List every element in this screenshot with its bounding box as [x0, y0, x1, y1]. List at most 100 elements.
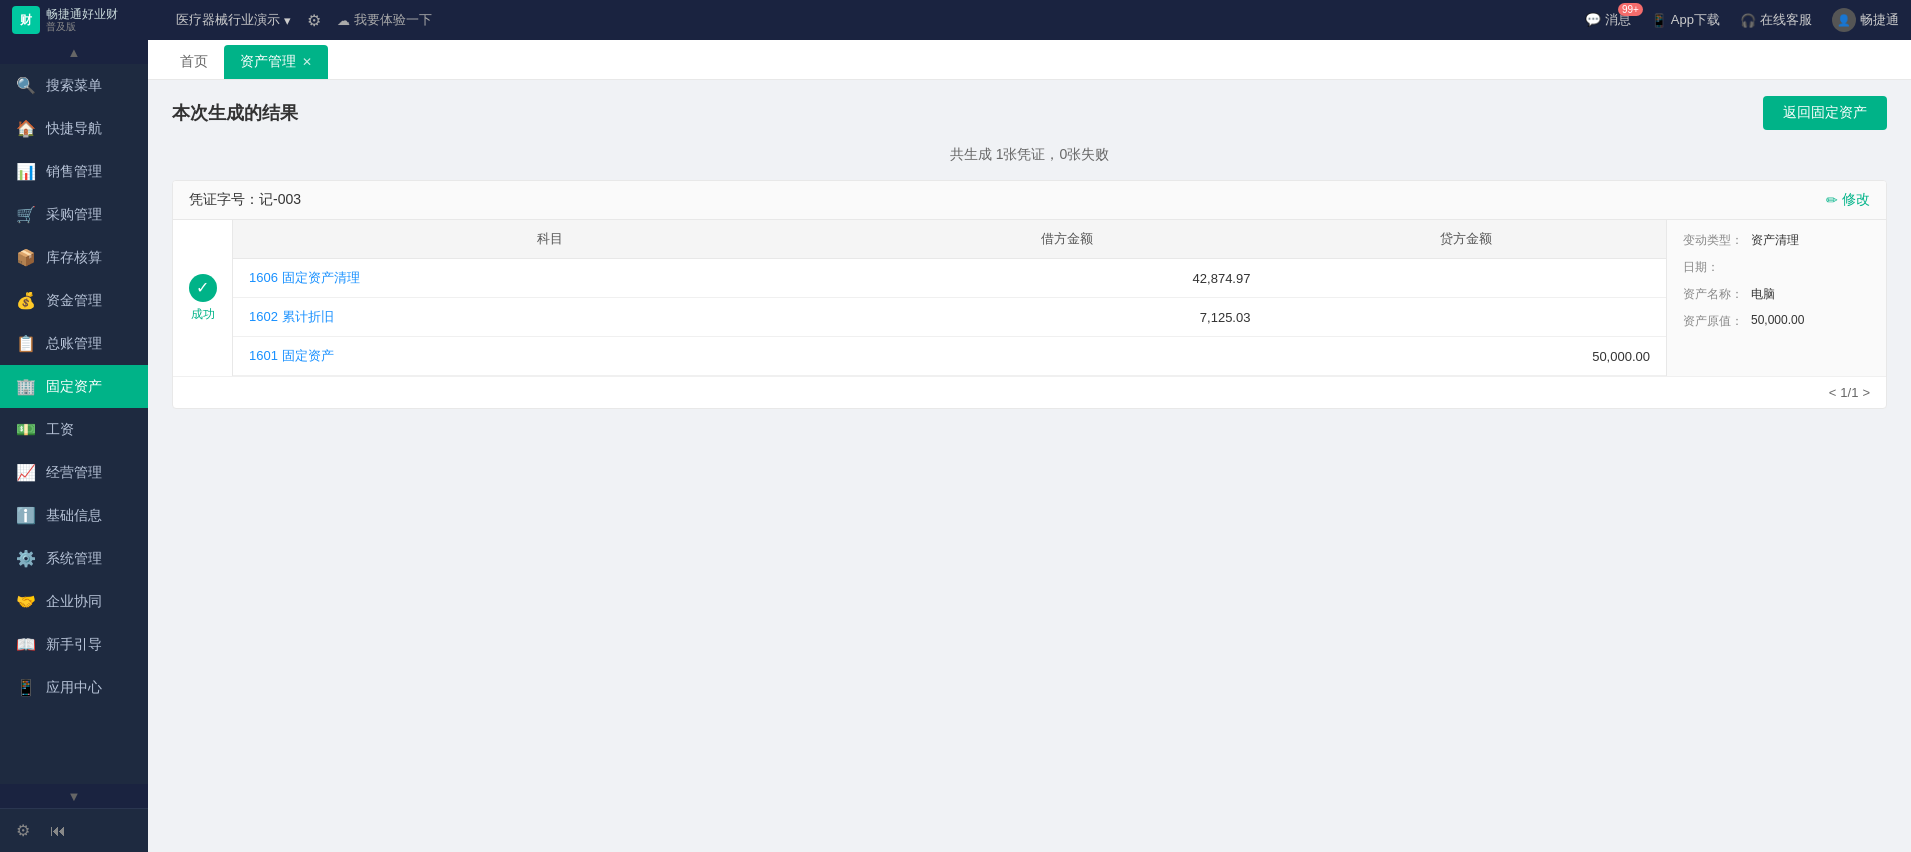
tab-home[interactable]: 首页: [164, 45, 224, 79]
page-header: 本次生成的结果 返回固定资产: [172, 96, 1887, 130]
sidebar-item-inventory[interactable]: 📦 库存核算: [0, 236, 148, 279]
sales-icon: 📊: [16, 162, 36, 181]
sidebar-item-system[interactable]: ⚙️ 系统管理: [0, 537, 148, 580]
edit-voucher-button[interactable]: ✏ 修改: [1826, 191, 1870, 209]
company-selector[interactable]: 医疗器械行业演示 ▾: [176, 11, 291, 29]
logo-icon: 财: [12, 6, 40, 34]
sidebar-bottom: ⚙ ⏮: [0, 808, 148, 852]
sidebar-item-basic-info[interactable]: ℹ️ 基础信息: [0, 494, 148, 537]
ledger-icon: 📋: [16, 334, 36, 353]
success-indicator: ✓ 成功: [173, 220, 233, 376]
table-header-row: 科目 借方金额 贷方金额: [233, 220, 1666, 259]
asset-original-label: 资产原值：: [1683, 313, 1743, 330]
change-type-value: 资产清理: [1751, 232, 1799, 249]
collapse-icon[interactable]: ⏮: [50, 822, 66, 840]
payroll-icon: 💵: [16, 420, 36, 439]
cloud-icon: ☁: [337, 13, 350, 28]
pagination-info: 1/1: [1840, 385, 1858, 400]
logo-area: 财 畅捷通好业财 普及版: [12, 6, 160, 34]
inventory-icon: 📦: [16, 248, 36, 267]
date-label: 日期：: [1683, 259, 1719, 276]
sidebar-item-sales[interactable]: 📊 销售管理: [0, 150, 148, 193]
table-row: 1602 累计折旧 7,125.03: [233, 298, 1666, 337]
side-info-asset-name: 资产名称： 电脑: [1683, 286, 1870, 303]
message-badge: 99+: [1618, 3, 1643, 16]
change-type-label: 变动类型：: [1683, 232, 1743, 249]
sidebar-item-purchase[interactable]: 🛒 采购管理: [0, 193, 148, 236]
side-info-change-type: 变动类型： 资产清理: [1683, 232, 1870, 249]
basic-info-icon: ℹ️: [16, 506, 36, 525]
sidebar-item-operations[interactable]: 📈 经营管理: [0, 451, 148, 494]
row3-subject: 1601 固定资产: [233, 337, 867, 376]
result-summary: 共生成 1张凭证，0张失败: [172, 146, 1887, 164]
app-center-icon: 📱: [16, 678, 36, 697]
table-row: 1606 固定资产清理 42,874.97: [233, 259, 1666, 298]
finance-icon: 💰: [16, 291, 36, 310]
sidebar-scroll-up[interactable]: ▲: [0, 40, 148, 64]
download-icon: 📱: [1651, 13, 1667, 28]
chevron-down-icon: ▾: [284, 13, 291, 28]
side-info-date: 日期：: [1683, 259, 1870, 276]
sidebar-item-ledger[interactable]: 📋 总账管理: [0, 322, 148, 365]
avatar: 👤: [1832, 8, 1856, 32]
sidebar-item-app-center[interactable]: 📱 应用中心: [0, 666, 148, 709]
col-subject: 科目: [233, 220, 867, 259]
page-content: 本次生成的结果 返回固定资产 共生成 1张凭证，0张失败 凭证字号：记-003 …: [148, 80, 1911, 852]
back-to-fixed-assets-button[interactable]: 返回固定资产: [1763, 96, 1887, 130]
user-area[interactable]: 👤 畅捷通: [1832, 8, 1899, 32]
enterprise-icon: 🤝: [16, 592, 36, 611]
tab-asset-mgmt[interactable]: 资产管理 ✕: [224, 45, 328, 79]
col-credit: 贷方金额: [1266, 220, 1666, 259]
row2-debit: 7,125.03: [867, 298, 1267, 337]
asset-name-value: 电脑: [1751, 286, 1775, 303]
voucher-main: ✓ 成功 科目 借方金额 贷方金额: [173, 220, 1886, 376]
header-right: 💬 消息 99+ 📱 App下载 🎧 在线客服 👤 畅捷通: [1585, 8, 1899, 32]
pagination-prev[interactable]: <: [1829, 385, 1837, 400]
sidebar-item-search[interactable]: 🔍 搜索菜单: [0, 64, 148, 107]
logo-text: 畅捷通好业财 普及版: [46, 7, 118, 33]
sidebar-item-finance[interactable]: 💰 资金管理: [0, 279, 148, 322]
row2-credit: [1266, 298, 1666, 337]
top-header: 财 畅捷通好业财 普及版 医疗器械行业演示 ▾ ⚙ ☁ 我要体验一下 💬 消息 …: [0, 0, 1911, 40]
header-middle: 医疗器械行业演示 ▾ ⚙ ☁ 我要体验一下: [160, 11, 1585, 30]
sidebar-scroll: 🔍 搜索菜单 🏠 快捷导航 📊 销售管理 🛒 采购管理 📦 库存核算 💰: [0, 64, 148, 784]
table-row: 1601 固定资产 50,000.00: [233, 337, 1666, 376]
sidebar-scroll-down[interactable]: ▼: [0, 784, 148, 808]
voucher-block: 凭证字号：记-003 ✏ 修改 ✓ 成功: [172, 180, 1887, 409]
system-icon: ⚙️: [16, 549, 36, 568]
pagination-next[interactable]: >: [1862, 385, 1870, 400]
page-title: 本次生成的结果: [172, 101, 298, 125]
voucher-table-area: 科目 借方金额 贷方金额 1606 固定资产清理 42,874.97: [233, 220, 1666, 376]
purchase-icon: 🛒: [16, 205, 36, 224]
row1-debit: 42,874.97: [867, 259, 1267, 298]
voucher-number: 凭证字号：记-003: [189, 191, 301, 209]
sidebar-item-payroll[interactable]: 💵 工资: [0, 408, 148, 451]
settings-icon[interactable]: ⚙: [307, 11, 321, 30]
fixed-assets-icon: 🏢: [16, 377, 36, 396]
app-download-item[interactable]: 📱 App下载: [1651, 11, 1720, 29]
home-icon: 🏠: [16, 119, 36, 138]
sidebar-item-fixed-assets[interactable]: 🏢 固定资产: [0, 365, 148, 408]
col-debit: 借方金额: [867, 220, 1267, 259]
sidebar-item-enterprise[interactable]: 🤝 企业协同: [0, 580, 148, 623]
success-label: 成功: [191, 306, 215, 323]
guide-icon: 📖: [16, 635, 36, 654]
sidebar-item-quick-nav[interactable]: 🏠 快捷导航: [0, 107, 148, 150]
service-icon: 🎧: [1740, 13, 1756, 28]
search-icon: 🔍: [16, 76, 36, 95]
message-icon: 💬: [1585, 12, 1601, 27]
voucher-table: 科目 借方金额 贷方金额 1606 固定资产清理 42,874.97: [233, 220, 1666, 376]
operations-icon: 📈: [16, 463, 36, 482]
sidebar: ▲ 🔍 搜索菜单 🏠 快捷导航 📊 销售管理 🛒 采购管理 📦 库存核算: [0, 40, 148, 852]
asset-original-value: 50,000.00: [1751, 313, 1804, 330]
sidebar-item-guide[interactable]: 📖 新手引导: [0, 623, 148, 666]
gear-bottom-icon[interactable]: ⚙: [16, 821, 30, 840]
tab-close-icon[interactable]: ✕: [302, 55, 312, 69]
voucher-header: 凭证字号：记-003 ✏ 修改: [173, 181, 1886, 220]
main-layout: ▲ 🔍 搜索菜单 🏠 快捷导航 📊 销售管理 🛒 采购管理 📦 库存核算: [0, 40, 1911, 852]
experience-button[interactable]: ☁ 我要体验一下: [337, 11, 432, 29]
asset-name-label: 资产名称：: [1683, 286, 1743, 303]
online-service-item[interactable]: 🎧 在线客服: [1740, 11, 1812, 29]
message-area[interactable]: 💬 消息 99+: [1585, 11, 1631, 29]
edit-icon: ✏: [1826, 192, 1838, 208]
